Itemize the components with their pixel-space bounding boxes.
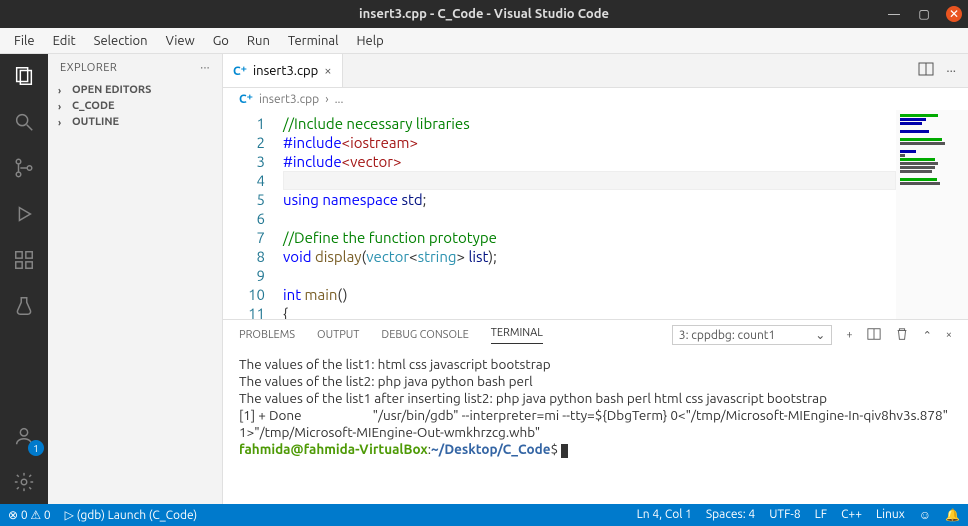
search-icon[interactable]	[12, 110, 36, 134]
panel-tab-debug-console[interactable]: DEBUG CONSOLE	[381, 329, 468, 341]
panel-tab-terminal[interactable]: TERMINAL	[491, 327, 543, 344]
cpp-file-icon: C⁺	[239, 92, 253, 106]
menu-bar: FileEditSelectionViewGoRunTerminalHelp	[0, 28, 968, 54]
status-eol[interactable]: LF	[815, 508, 827, 522]
source-control-icon[interactable]	[12, 156, 36, 180]
editor-more-icon[interactable]: ···	[946, 64, 956, 78]
explorer-sidebar: EXPLORER ··· ›OPEN EDITORS›C_CODE›OUTLIN…	[48, 54, 223, 504]
split-editor-icon[interactable]	[918, 61, 934, 80]
menu-edit[interactable]: Edit	[45, 31, 84, 51]
close-button[interactable]: ✕	[946, 6, 962, 22]
menu-terminal[interactable]: Terminal	[280, 31, 347, 51]
menu-run[interactable]: Run	[239, 31, 278, 51]
minimize-button[interactable]: —	[886, 6, 902, 22]
editor-group: C⁺ insert3.cpp × ··· C⁺ insert3.cpp › ..…	[223, 54, 968, 504]
explorer-section-open-editors[interactable]: ›OPEN EDITORS	[48, 82, 222, 98]
window-title: insert3.cpp - C_Code - Visual Studio Cod…	[0, 7, 968, 21]
explorer-icon[interactable]	[12, 64, 36, 88]
feedback-icon[interactable]: ☺	[919, 508, 931, 522]
chevron-right-icon: ›	[58, 85, 72, 96]
code-editor[interactable]: 1234567891011 //Include necessary librar…	[223, 110, 968, 319]
chevron-right-icon: ›	[58, 101, 72, 112]
status-spaces[interactable]: Spaces: 4	[706, 508, 755, 522]
kill-terminal-icon[interactable]	[895, 327, 909, 344]
cpp-file-icon: C⁺	[233, 64, 247, 78]
terminal[interactable]: The values of the list1: html css javasc…	[223, 350, 968, 504]
title-bar: insert3.cpp - C_Code - Visual Studio Cod…	[0, 0, 968, 28]
run-debug-icon[interactable]	[12, 202, 36, 226]
panel-tab-problems[interactable]: PROBLEMS	[239, 329, 295, 341]
split-terminal-icon[interactable]	[867, 327, 881, 344]
menu-go[interactable]: Go	[205, 31, 237, 51]
menu-selection[interactable]: Selection	[86, 31, 156, 51]
menu-view[interactable]: View	[158, 31, 203, 51]
explorer-more-icon[interactable]: ···	[200, 62, 210, 74]
terminal-selector[interactable]: 3: cppdbg: count1 ⌄	[672, 325, 833, 345]
chevron-down-icon: ⌄	[815, 328, 825, 342]
breadcrumb[interactable]: C⁺ insert3.cpp › ...	[223, 88, 968, 110]
status-problems[interactable]: ⊗ 0 ⚠ 0	[8, 508, 51, 522]
test-icon[interactable]	[12, 294, 36, 318]
status-launch[interactable]: ▷ (gdb) Launch (C_Code)	[65, 508, 198, 522]
maximize-button[interactable]: ▢	[916, 6, 932, 22]
settings-badge: 1	[28, 440, 44, 456]
status-os[interactable]: Linux	[876, 508, 905, 522]
status-language[interactable]: C++	[841, 508, 862, 522]
tab-insert3[interactable]: C⁺ insert3.cpp ×	[223, 54, 343, 87]
menu-help[interactable]: Help	[348, 31, 391, 51]
status-encoding[interactable]: UTF-8	[769, 508, 800, 522]
status-cursor[interactable]: Ln 4, Col 1	[637, 508, 692, 522]
menu-file[interactable]: File	[6, 31, 43, 51]
editor-tabs: C⁺ insert3.cpp × ···	[223, 54, 968, 88]
explorer-title: EXPLORER	[60, 62, 117, 74]
panel-tab-output[interactable]: OUTPUT	[317, 329, 359, 341]
panel: PROBLEMS OUTPUT DEBUG CONSOLE TERMINAL 3: c…	[223, 319, 968, 504]
tab-close-icon[interactable]: ×	[324, 64, 331, 78]
new-terminal-icon[interactable]: +	[846, 329, 852, 341]
status-bar: ⊗ 0 ⚠ 0 ▷ (gdb) Launch (C_Code) Ln 4, Co…	[0, 504, 968, 526]
settings-icon[interactable]	[12, 470, 36, 494]
notifications-icon[interactable]: 🔔	[945, 508, 960, 522]
activity-bar: 1	[0, 54, 48, 504]
extensions-icon[interactable]	[12, 248, 36, 272]
minimap[interactable]	[896, 110, 968, 319]
tab-label: insert3.cpp	[253, 64, 318, 78]
explorer-section-outline[interactable]: ›OUTLINE	[48, 114, 222, 130]
maximize-panel-icon[interactable]: ⌃	[923, 329, 932, 342]
explorer-section-c_code[interactable]: ›C_CODE	[48, 98, 222, 114]
close-panel-icon[interactable]: ×	[946, 329, 952, 341]
chevron-right-icon: ›	[58, 117, 72, 128]
